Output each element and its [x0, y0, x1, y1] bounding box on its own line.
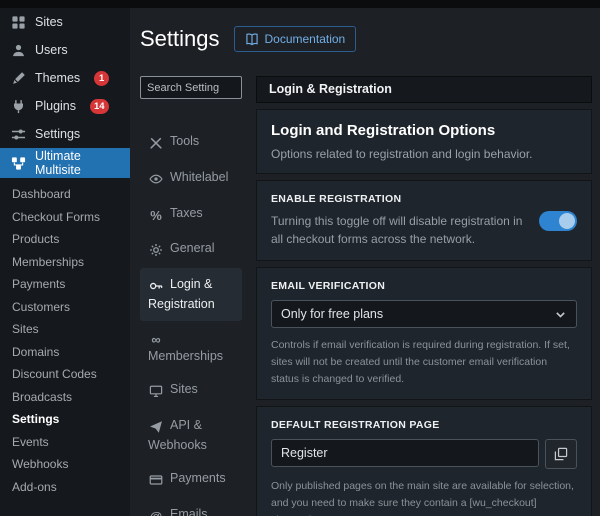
settings-nav-list: Tools Whitelabel % Taxes General Login & …	[140, 125, 242, 516]
panel-header: Login & Registration	[256, 76, 592, 103]
documentation-button-label: Documentation	[265, 32, 346, 46]
default-registration-page-help: Only published pages on the main site ar…	[271, 478, 577, 516]
search-setting-input[interactable]	[140, 76, 242, 99]
submenu-item-domains[interactable]: Domains	[0, 341, 130, 364]
sidebar-item-label: Plugins	[35, 99, 76, 113]
settings-nav-item-sites[interactable]: Sites	[140, 373, 242, 409]
submenu-item-sites[interactable]: Sites	[0, 318, 130, 341]
submenu-item-checkout-forms[interactable]: Checkout Forms	[0, 206, 130, 229]
section-intro: Login and Registration Options Options r…	[256, 109, 592, 174]
nav-label: Whitelabel	[170, 170, 228, 184]
sidebar-item-ultimate-multisite[interactable]: Ultimate Multisite	[0, 148, 130, 178]
main-content: Settings Documentation Tools Whitelabel	[130, 8, 600, 516]
default-registration-page-input[interactable]	[271, 439, 539, 467]
book-icon	[245, 32, 259, 46]
page-title: Settings	[140, 26, 220, 52]
page-header: Settings Documentation	[130, 8, 600, 52]
settings-nav-item-tools[interactable]: Tools	[140, 125, 242, 161]
eye-icon	[148, 172, 164, 189]
settings-panel: Login & Registration Login and Registrat…	[256, 76, 592, 516]
settings-nav-item-api-webhooks[interactable]: API & Webhooks	[140, 409, 242, 462]
submenu-item-products[interactable]: Products	[0, 228, 130, 251]
users-icon	[10, 43, 26, 58]
sidebar-item-settings[interactable]: Settings	[0, 120, 130, 148]
submenu-item-add-ons[interactable]: Add-ons	[0, 476, 130, 499]
submenu-item-payments[interactable]: Payments	[0, 273, 130, 296]
select-value: Only for free plans	[281, 307, 383, 321]
submenu-item-customers[interactable]: Customers	[0, 296, 130, 319]
sidebar-item-users[interactable]: Users	[0, 36, 130, 64]
default-registration-page-label: DEFAULT REGISTRATION PAGE	[271, 419, 577, 431]
email-verification-select[interactable]: Only for free plans	[271, 300, 577, 328]
at-icon: @	[148, 508, 164, 516]
documentation-button[interactable]: Documentation	[234, 26, 357, 52]
sidebar-item-plugins[interactable]: Plugins 14	[0, 92, 130, 120]
admin-sidebar: Sites Users Themes 1 Plugins 14 Settings…	[0, 8, 130, 516]
sidebar-item-label: Users	[35, 43, 68, 57]
section-email-verification: EMAIL VERIFICATION Only for free plans C…	[256, 267, 592, 400]
submenu-item-dashboard[interactable]: Dashboard	[0, 183, 130, 206]
enable-registration-label: ENABLE REGISTRATION	[271, 193, 525, 205]
nav-label: Sites	[170, 382, 198, 396]
settings-nav: Tools Whitelabel % Taxes General Login & …	[140, 76, 242, 516]
nav-label: Emails	[170, 507, 208, 516]
infinity-icon: ∞	[148, 331, 164, 348]
send-icon	[148, 420, 164, 437]
settings-nav-item-emails[interactable]: @ Emails	[140, 498, 242, 516]
settings-nav-item-general[interactable]: General	[140, 232, 242, 268]
themes-update-badge: 1	[94, 71, 109, 86]
gear-icon	[148, 243, 164, 260]
pages-icon	[554, 447, 568, 461]
key-icon	[148, 279, 164, 296]
sidebar-item-label: Sites	[35, 15, 63, 29]
sidebar-item-themes[interactable]: Themes 1	[0, 64, 130, 92]
nav-label: Memberships	[148, 349, 223, 363]
settings-sliders-icon	[10, 127, 26, 142]
ultimate-multisite-submenu: Dashboard Checkout Forms Products Member…	[0, 178, 130, 498]
themes-icon	[10, 71, 26, 86]
nav-label: Payments	[170, 471, 226, 485]
email-verification-label: EMAIL VERIFICATION	[271, 280, 577, 292]
admin-bar	[0, 0, 600, 8]
nav-label: Taxes	[170, 206, 203, 220]
nav-label: General	[170, 241, 214, 255]
sidebar-item-label: Ultimate Multisite	[35, 149, 122, 177]
monitor-icon	[148, 384, 164, 401]
section-default-registration-page: DEFAULT REGISTRATION PAGE Only published…	[256, 406, 592, 516]
submenu-item-events[interactable]: Events	[0, 431, 130, 454]
enable-registration-toggle[interactable]	[539, 211, 577, 231]
section-title: Login and Registration Options	[271, 122, 577, 139]
percent-icon: %	[148, 207, 164, 224]
plugins-icon	[10, 99, 26, 114]
sidebar-item-label: Settings	[35, 127, 80, 141]
submenu-item-discount-codes[interactable]: Discount Codes	[0, 363, 130, 386]
settings-nav-item-login-registration[interactable]: Login & Registration	[140, 268, 242, 321]
tools-icon	[148, 136, 164, 153]
enable-registration-description: Turning this toggle off will disable reg…	[271, 212, 525, 248]
settings-nav-item-memberships[interactable]: ∞Memberships	[140, 321, 242, 373]
settings-nav-item-taxes[interactable]: % Taxes	[140, 197, 242, 232]
toggle-knob	[559, 213, 575, 229]
nav-label: Tools	[170, 134, 199, 148]
multisite-network-icon	[10, 156, 26, 171]
submenu-item-settings[interactable]: Settings	[0, 408, 130, 431]
section-enable-registration: ENABLE REGISTRATION Turning this toggle …	[256, 180, 592, 261]
sidebar-item-label: Themes	[35, 71, 80, 85]
section-subtitle: Options related to registration and logi…	[271, 147, 577, 161]
chevron-down-icon	[554, 308, 567, 321]
settings-nav-item-whitelabel[interactable]: Whitelabel	[140, 161, 242, 197]
settings-nav-item-payments[interactable]: Payments	[140, 462, 242, 498]
submenu-item-webhooks[interactable]: Webhooks	[0, 453, 130, 476]
screen: Sites Users Themes 1 Plugins 14 Settings…	[0, 0, 600, 516]
sidebar-item-sites[interactable]: Sites	[0, 8, 130, 36]
sites-icon	[10, 15, 26, 30]
settings-content: Tools Whitelabel % Taxes General Login & …	[130, 52, 600, 516]
edit-page-button[interactable]	[545, 439, 577, 469]
plugins-update-badge: 14	[90, 99, 109, 114]
submenu-item-memberships[interactable]: Memberships	[0, 251, 130, 274]
credit-card-icon	[148, 473, 164, 490]
submenu-item-broadcasts[interactable]: Broadcasts	[0, 386, 130, 409]
email-verification-help: Controls if email verification is requir…	[271, 337, 577, 387]
